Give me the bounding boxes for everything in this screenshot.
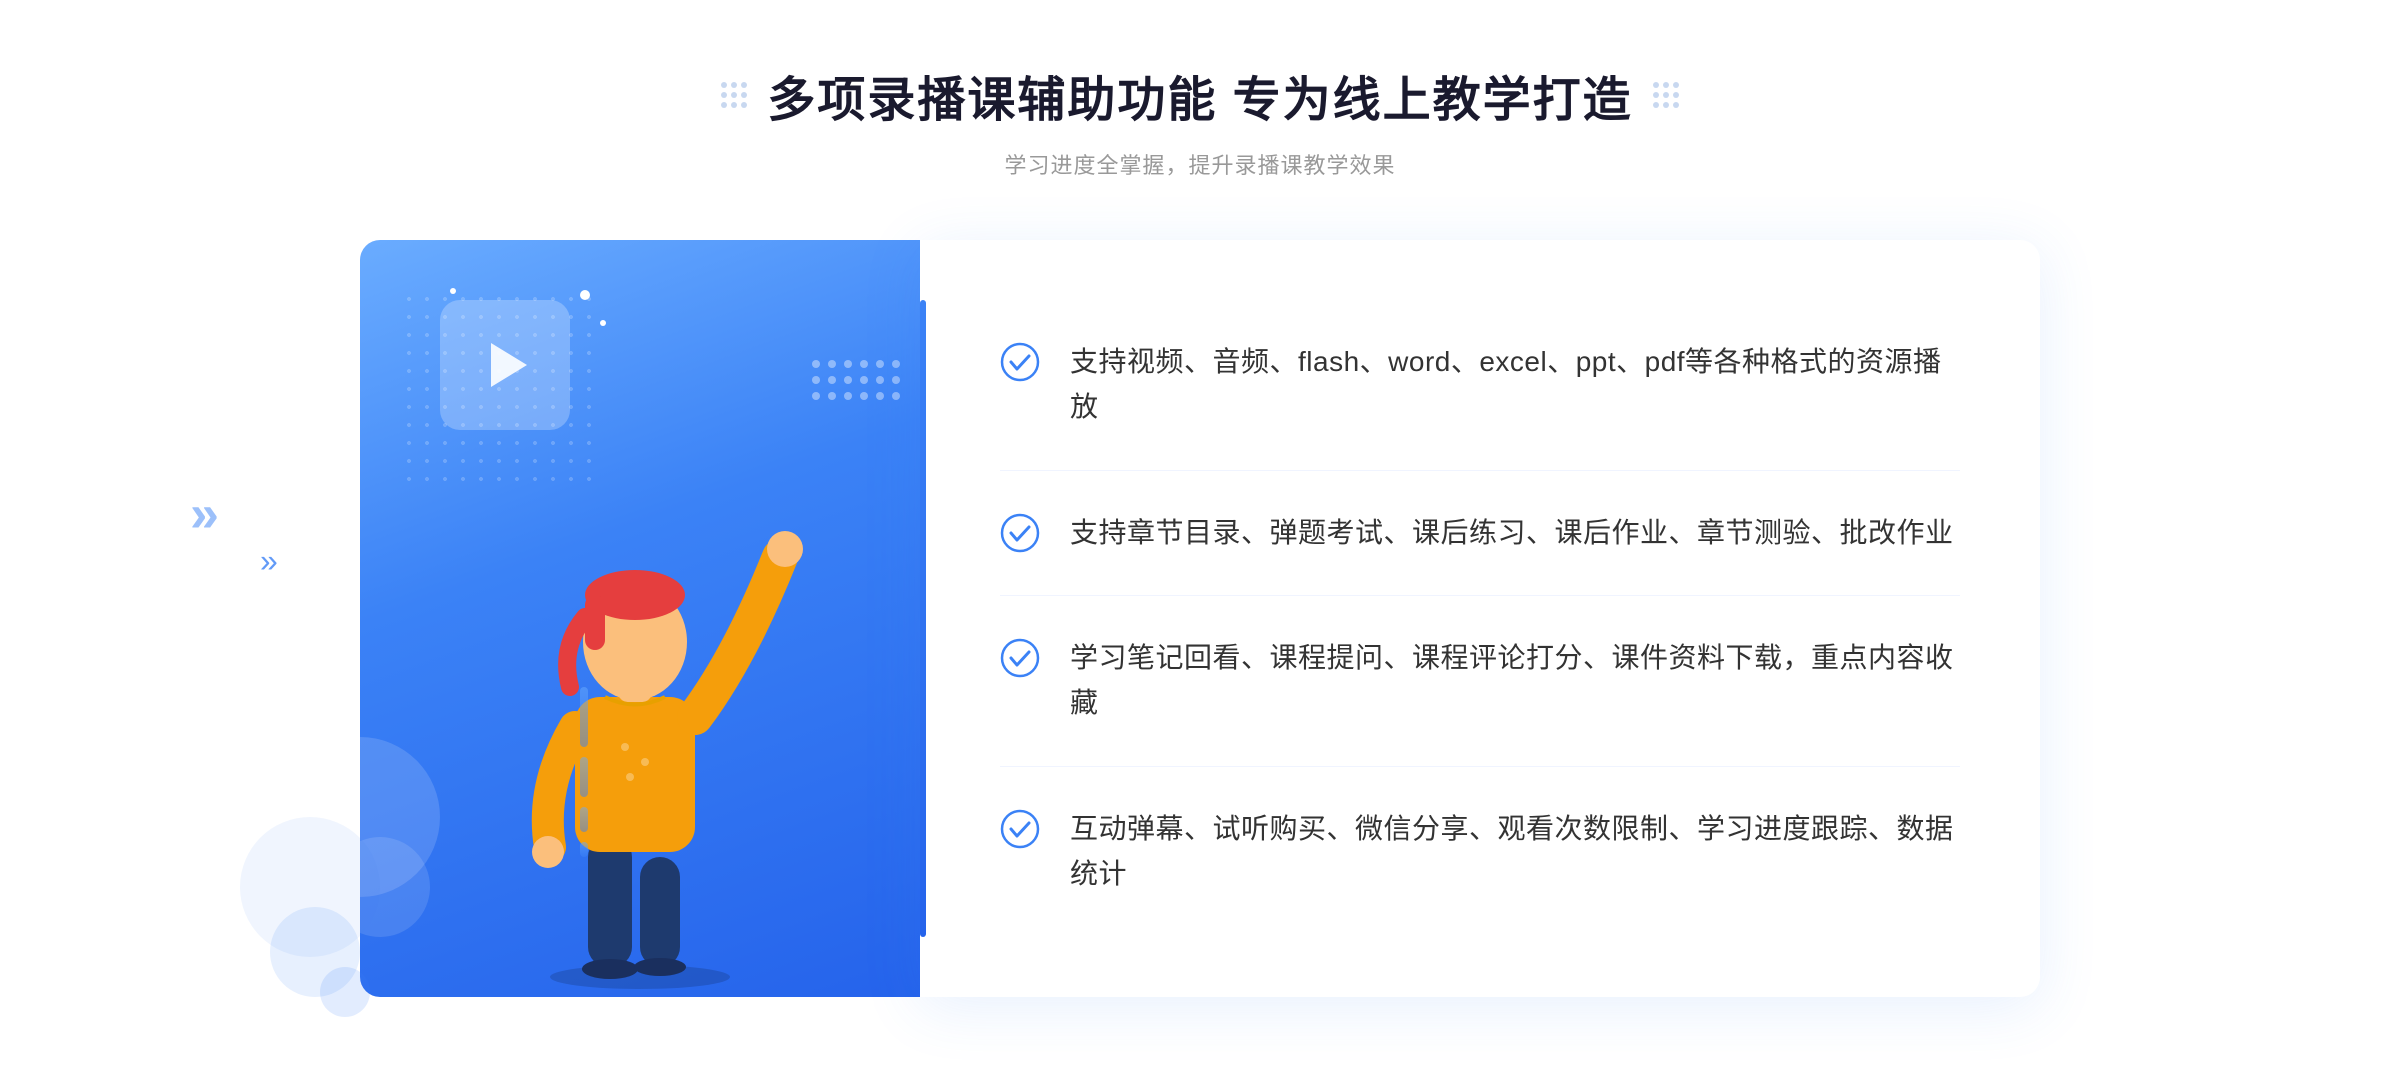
page-deco-circle-small [320,967,370,1017]
title-dots-left [721,82,747,108]
play-icon [491,343,527,387]
check-circle-icon-1 [1000,342,1040,382]
check-circle-icon-2 [1000,513,1040,553]
page-wrapper: » 多项录播课辅助功能 专为线上教学打造 学习进度全掌握，提升录播课教学效果 [0,0,2400,1077]
right-features-panel: 支持视频、音频、flash、word、excel、ppt、pdf等各种格式的资源… [920,240,2040,997]
feature-text-1: 支持视频、音频、flash、word、excel、ppt、pdf等各种格式的资源… [1070,340,1960,430]
accent-bar [920,300,926,937]
feature-text-4: 互动弹幕、试听购买、微信分享、观看次数限制、学习进度跟踪、数据统计 [1070,807,1960,897]
feature-item-1: 支持视频、音频、flash、word、excel、ppt、pdf等各种格式的资源… [1000,300,1960,471]
title-row: 多项录播课辅助功能 专为线上教学打造 [0,60,2400,130]
sparkle-dot-3 [600,320,606,326]
sparkle-dot-2 [580,290,590,300]
left-illustration-panel [360,240,920,997]
check-circle-icon-3 [1000,638,1040,678]
feature-item-2: 支持章节目录、弹题考试、课后练习、课后作业、章节测验、批改作业 [1000,471,1960,597]
play-bubble [440,300,570,430]
double-chevron-icon: » [190,484,219,544]
feature-text-2: 支持章节目录、弹题考试、课后练习、课后作业、章节测验、批改作业 [1070,511,1954,556]
chevron-left-icon: » [260,545,278,577]
feature-item-4: 互动弹幕、试听购买、微信分享、观看次数限制、学习进度跟踪、数据统计 [1000,767,1960,937]
panel-dot-grid [812,360,900,400]
feature-text-3: 学习笔记回看、课程提问、课程评论打分、课件资料下载，重点内容收藏 [1070,636,1960,726]
header-section: 多项录播课辅助功能 专为线上教学打造 学习进度全掌握，提升录播课教学效果 [0,60,2400,180]
illustration-container [340,417,940,997]
title-dots-right [1653,82,1679,108]
content-area: 支持视频、音频、flash、word、excel、ppt、pdf等各种格式的资源… [360,240,2040,997]
stripe-deco [580,687,588,857]
feature-item-3: 学习笔记回看、课程提问、课程评论打分、课件资料下载，重点内容收藏 [1000,596,1960,767]
page-title: 多项录播课辅助功能 专为线上教学打造 [767,60,1632,130]
sparkle-dot-1 [450,288,456,294]
figure-svg [430,477,850,997]
page-subtitle: 学习进度全掌握，提升录播课教学效果 [0,148,2400,180]
check-circle-icon-4 [1000,809,1040,849]
